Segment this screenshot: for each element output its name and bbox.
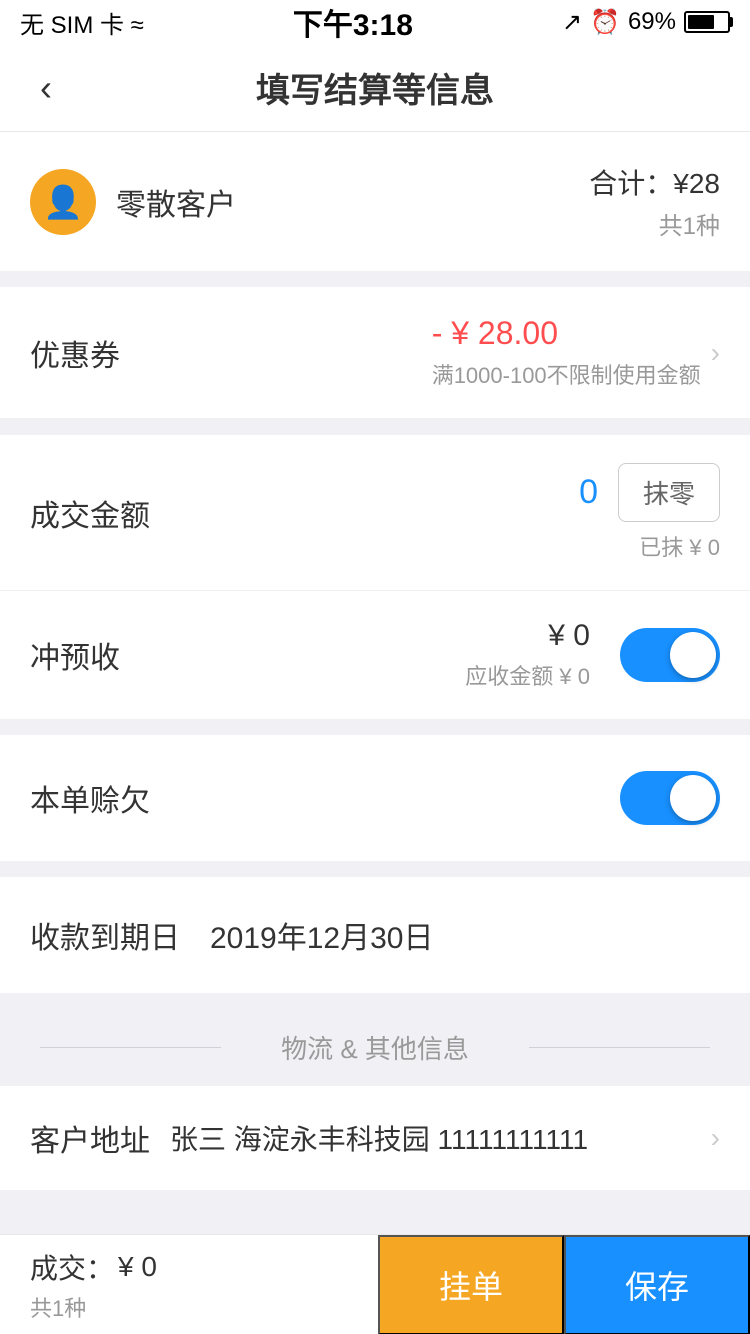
due-date-row: 收款到期日 2019年12月30日 <box>0 877 750 993</box>
debt-row: 本单赊欠 <box>0 735 750 861</box>
divider-line-right <box>529 1047 710 1048</box>
receivable-label: 应收金额 ¥ 0 <box>465 659 590 691</box>
bottom-deal-label: 成交： <box>30 1247 114 1287</box>
avatar: 👤 <box>30 169 96 235</box>
total-amount: 合计：¥28 <box>589 162 720 202</box>
coupon-discount: - ¥ 28.00 <box>432 315 701 352</box>
save-button[interactable]: 保存 <box>564 1235 750 1334</box>
amount-row-right: 抹零 <box>478 463 720 522</box>
chevron-right-icon: › <box>711 337 720 369</box>
bottom-deal-amount: ¥ 0 <box>118 1251 157 1283</box>
status-bar: 无 SIM 卡 ≈ 下午3:18 ↗ ⏰ 69% <box>0 0 750 44</box>
sim-label: 无 SIM 卡 ≈ <box>20 5 144 40</box>
battery-icon <box>684 11 730 33</box>
due-date-section: 收款到期日 2019年12月30日 <box>0 877 750 993</box>
customer-row: 👤 零散客户 合计：¥28 共1种 <box>0 132 750 271</box>
page-title: 填写结算等信息 <box>256 63 494 112</box>
back-button[interactable]: ‹ <box>30 57 62 119</box>
prepay-amount: ¥ 0 <box>465 619 590 653</box>
prepayment-toggle[interactable] <box>620 628 720 682</box>
total-count: 共1种 <box>589 206 720 241</box>
coupon-right: - ¥ 28.00 满1000-100不限制使用金额 › <box>432 315 720 390</box>
prepayment-row: 冲预收 ¥ 0 应收金额 ¥ 0 <box>0 591 750 719</box>
nav-bar: ‹ 填写结算等信息 <box>0 44 750 132</box>
address-row[interactable]: 客户地址 张三 海淀永丰科技园 11111111111 › <box>0 1086 750 1190</box>
battery-percent: 69% <box>628 8 676 36</box>
coupon-section: 优惠券 - ¥ 28.00 满1000-100不限制使用金额 › <box>0 287 750 419</box>
address-value: 张三 海淀永丰科技园 11111111111 <box>170 1118 711 1158</box>
address-chevron-icon: › <box>711 1122 720 1154</box>
logistics-label: 物流 & 其他信息 <box>281 1029 469 1066</box>
already-rounded-label: 已抹 ¥ 0 <box>639 530 720 562</box>
due-date-label: 收款到期日 <box>30 913 180 957</box>
logistics-divider: 物流 & 其他信息 <box>0 1009 750 1086</box>
coupon-info: - ¥ 28.00 满1000-100不限制使用金额 <box>432 315 701 390</box>
transaction-amount-right: 抹零 已抹 ¥ 0 <box>478 463 720 562</box>
avatar-icon: 👤 <box>43 183 83 221</box>
due-date-value: 2019年12月30日 <box>210 913 433 957</box>
debt-label: 本单赊欠 <box>30 776 150 820</box>
location-icon: ↗ <box>562 8 582 37</box>
alarm-icon: ⏰ <box>590 8 620 37</box>
debt-toggle[interactable] <box>620 771 720 825</box>
bottom-info: 成交： ¥ 0 共1种 <box>0 1247 378 1323</box>
hang-order-button[interactable]: 挂单 <box>378 1235 564 1334</box>
bottom-bar: 成交： ¥ 0 共1种 挂单 保存 <box>0 1234 750 1334</box>
address-label: 客户地址 <box>30 1116 150 1160</box>
customer-right: 合计：¥28 共1种 <box>589 162 720 241</box>
customer-left: 👤 零散客户 <box>30 169 236 235</box>
debt-section: 本单赊欠 <box>0 735 750 861</box>
prepay-amounts: ¥ 0 应收金额 ¥ 0 <box>465 619 590 691</box>
toggle-knob <box>670 632 716 678</box>
transaction-section: 成交金额 抹零 已抹 ¥ 0 冲预收 ¥ 0 应收金额 ¥ 0 <box>0 435 750 719</box>
divider-line-left <box>40 1047 221 1048</box>
round-button[interactable]: 抹零 <box>618 463 720 522</box>
coupon-row[interactable]: 优惠券 - ¥ 28.00 满1000-100不限制使用金额 › <box>0 287 750 419</box>
transaction-amount-input[interactable] <box>478 473 598 512</box>
coupon-desc: 满1000-100不限制使用金额 <box>432 358 701 390</box>
customer-card: 👤 零散客户 合计：¥28 共1种 <box>0 132 750 271</box>
coupon-label: 优惠券 <box>30 331 120 375</box>
transaction-amount-row: 成交金额 抹零 已抹 ¥ 0 <box>0 435 750 591</box>
customer-name: 零散客户 <box>116 180 236 224</box>
bottom-deal-row: 成交： ¥ 0 <box>30 1247 348 1287</box>
debt-toggle-knob <box>670 775 716 821</box>
address-section: 客户地址 张三 海淀永丰科技园 11111111111 › <box>0 1086 750 1190</box>
status-right: ↗ ⏰ 69% <box>562 8 730 37</box>
status-time: 下午3:18 <box>293 0 413 44</box>
prepay-label: 冲预收 <box>30 633 120 677</box>
content-area: 👤 零散客户 合计：¥28 共1种 优惠券 - ¥ 28.00 满1000-10… <box>0 132 750 1326</box>
bottom-count: 共1种 <box>30 1291 348 1323</box>
prepay-right: ¥ 0 应收金额 ¥ 0 <box>465 619 720 691</box>
transaction-amount-label: 成交金额 <box>30 491 150 535</box>
status-left: 无 SIM 卡 ≈ <box>20 5 144 40</box>
